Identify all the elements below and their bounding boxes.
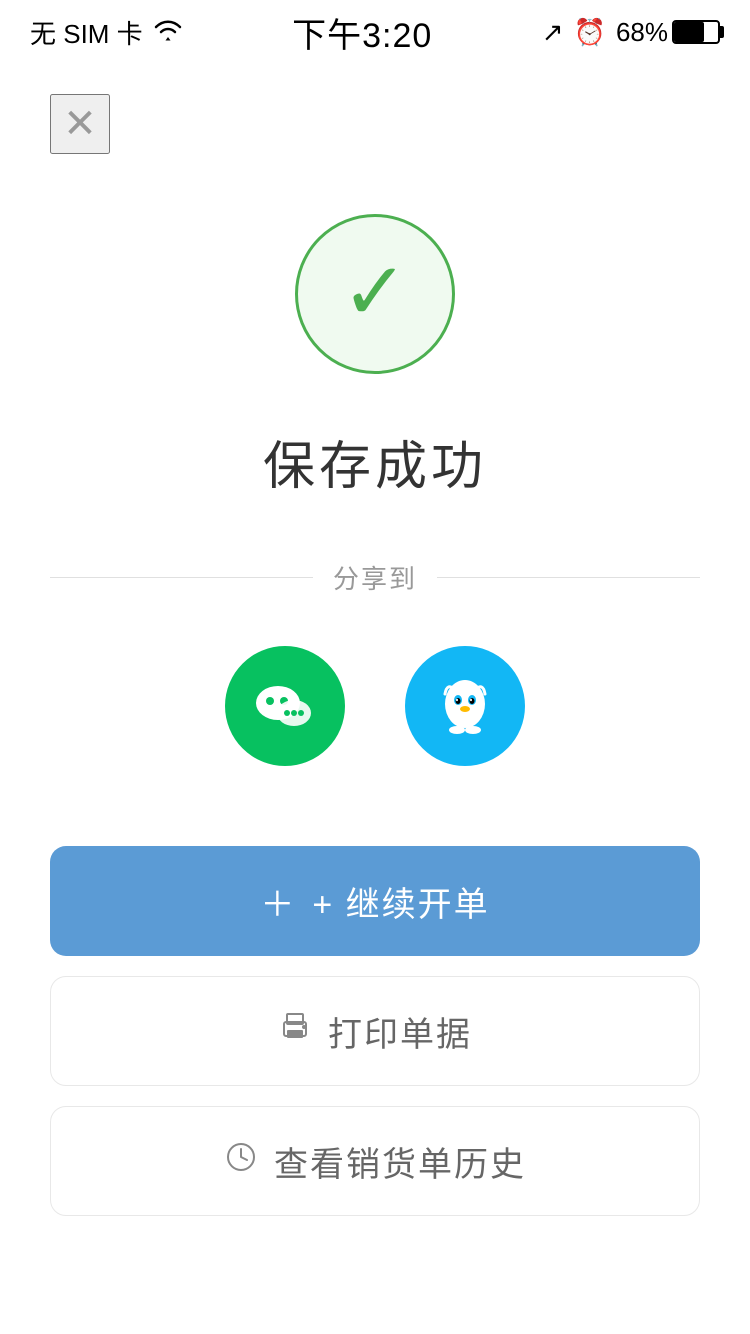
printer-icon: [278, 1010, 312, 1053]
close-icon: ✕: [63, 101, 97, 147]
history-label: 查看销货单历史: [274, 1137, 526, 1186]
share-icons-row: [50, 646, 700, 766]
continue-label: + 继续开单: [312, 877, 489, 926]
plus-icon: ＋: [260, 877, 296, 926]
qq-icon: [431, 672, 499, 740]
wechat-share-button[interactable]: [225, 646, 345, 766]
wechat-icon: [250, 671, 320, 741]
divider-right: [437, 577, 700, 578]
status-time: 下午3:20: [292, 8, 432, 57]
continue-order-button[interactable]: ＋ + 继续开单: [50, 846, 700, 956]
actions-section: ＋ + 继续开单 打印单据 查看销货单历: [50, 846, 700, 1216]
divider-left: [50, 577, 313, 578]
share-label: 分享到: [333, 559, 417, 596]
location-icon: ↗: [542, 17, 564, 48]
status-bar: 无 SIM 卡 下午3:20 ↗ ⏰ 68%: [0, 0, 750, 64]
main-content: ✕ ✓ 保存成功 分享到: [0, 64, 750, 1216]
status-right: ↗ ⏰ 68%: [542, 17, 720, 48]
success-title: 保存成功: [263, 424, 487, 499]
success-circle: ✓: [295, 214, 455, 374]
checkmark-icon: ✓: [341, 252, 408, 332]
battery-container: 68%: [616, 17, 720, 48]
share-section: 分享到: [50, 559, 700, 766]
no-sim-label: 无 SIM 卡: [30, 14, 143, 51]
success-section: ✓ 保存成功: [50, 214, 700, 499]
clock-icon: [224, 1140, 258, 1183]
battery-icon: [672, 20, 720, 44]
battery-level: 68%: [616, 17, 668, 48]
share-divider: 分享到: [50, 559, 700, 596]
alarm-icon: ⏰: [574, 17, 606, 48]
status-left: 无 SIM 卡: [30, 14, 183, 51]
battery-fill: [674, 22, 704, 42]
wifi-icon: [153, 17, 183, 48]
history-button[interactable]: 查看销货单历史: [50, 1106, 700, 1216]
qq-share-button[interactable]: [405, 646, 525, 766]
close-button[interactable]: ✕: [50, 94, 110, 154]
print-label: 打印单据: [328, 1007, 472, 1056]
print-button[interactable]: 打印单据: [50, 976, 700, 1086]
